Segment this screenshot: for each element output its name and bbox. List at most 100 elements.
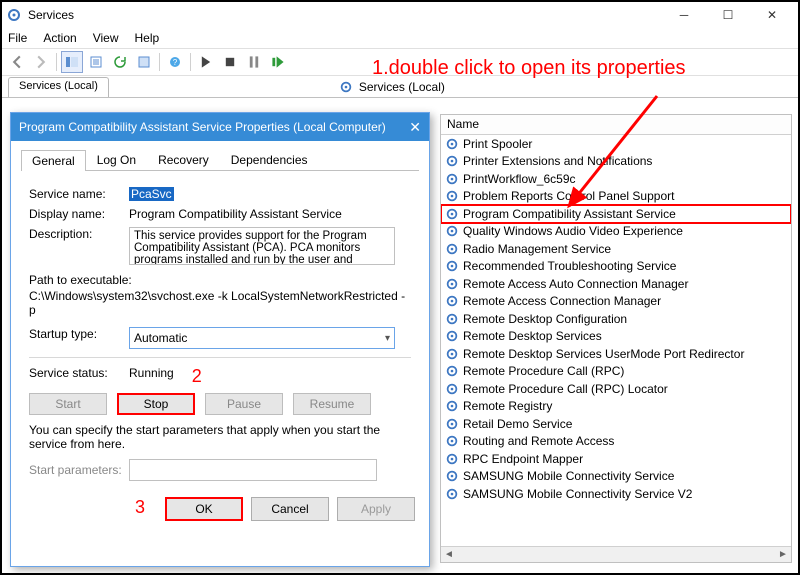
dialog-tabs: General Log On Recovery Dependencies [21, 147, 419, 171]
refresh-button[interactable] [109, 51, 131, 73]
tab-logon[interactable]: Log On [86, 149, 147, 170]
service-row[interactable]: Routing and Remote Access [441, 433, 791, 451]
label-start-parameters: Start parameters: [29, 463, 129, 477]
service-name: Remote Access Auto Connection Manager [463, 277, 688, 291]
annotation-1: 1.double click to open its properties [372, 57, 686, 80]
label-display-name: Display name: [29, 207, 129, 221]
service-row[interactable]: Remote Access Auto Connection Manager [441, 275, 791, 293]
horizontal-scrollbar[interactable]: ◄ ► [441, 546, 791, 562]
service-row[interactable]: Remote Desktop Services UserMode Port Re… [441, 345, 791, 363]
service-row[interactable]: Recommended Troubleshooting Service [441, 258, 791, 276]
menu-action[interactable]: Action [43, 31, 76, 45]
service-name: RPC Endpoint Mapper [463, 452, 583, 466]
service-row[interactable]: Program Compatibility Assistant Service [441, 205, 791, 223]
tab-recovery[interactable]: Recovery [147, 149, 220, 170]
service-name: Print Spooler [463, 137, 532, 151]
label-service-name: Service name: [29, 187, 129, 201]
menu-bar: File Action View Help [2, 28, 798, 48]
pause-button[interactable]: Pause [205, 393, 283, 415]
service-name: Remote Procedure Call (RPC) Locator [463, 382, 668, 396]
startup-type-select[interactable]: Automatic ▾ [129, 327, 395, 349]
dialog-footer: 3 OK Cancel Apply [11, 491, 429, 531]
value-description[interactable]: This service provides support for the Pr… [129, 227, 395, 265]
service-name: Printer Extensions and Notifications [463, 154, 652, 168]
service-row[interactable]: Printer Extensions and Notifications [441, 153, 791, 171]
maximize-button[interactable]: ☐ [706, 2, 750, 28]
service-row[interactable]: Remote Access Connection Manager [441, 293, 791, 311]
service-name: Retail Demo Service [463, 417, 572, 431]
service-row[interactable]: Remote Desktop Configuration [441, 310, 791, 328]
value-service-name: PcaSvc [129, 187, 174, 201]
service-name: SAMSUNG Mobile Connectivity Service V2 [463, 487, 692, 501]
play-button[interactable] [195, 51, 217, 73]
gear-icon [339, 80, 353, 94]
title-bar: Services ─ ☐ ✕ [2, 2, 798, 28]
service-row[interactable]: SAMSUNG Mobile Connectivity Service [441, 468, 791, 486]
show-hide-tree-button[interactable] [61, 51, 83, 73]
service-row[interactable]: Problem Reports Control Panel Support [441, 188, 791, 206]
service-name: Remote Registry [463, 399, 552, 413]
label-startup-type: Startup type: [29, 327, 129, 341]
service-row[interactable]: Remote Procedure Call (RPC) [441, 363, 791, 381]
menu-file[interactable]: File [8, 31, 27, 45]
service-row[interactable]: Remote Registry [441, 398, 791, 416]
help-button[interactable]: ? [164, 51, 186, 73]
service-row[interactable]: Retail Demo Service [441, 415, 791, 433]
value-path: C:\Windows\system32\svchost.exe -k Local… [29, 289, 411, 317]
gear-icon [6, 7, 22, 23]
chevron-down-icon: ▾ [385, 333, 390, 344]
service-name: Remote Procedure Call (RPC) [463, 364, 624, 378]
menu-help[interactable]: Help [135, 31, 160, 45]
minimize-button[interactable]: ─ [662, 2, 706, 28]
scroll-right-button[interactable]: ► [775, 547, 791, 563]
service-name: Radio Management Service [463, 242, 611, 256]
export-list-button[interactable] [85, 51, 107, 73]
service-row[interactable]: Print Spooler [441, 135, 791, 153]
pause-button[interactable] [243, 51, 265, 73]
tab-dependencies[interactable]: Dependencies [220, 149, 319, 170]
dialog-body: Service name: PcaSvc Display name: Progr… [11, 171, 429, 491]
stop-button[interactable] [219, 51, 241, 73]
service-name: Remote Desktop Services [463, 329, 602, 343]
close-button[interactable]: ✕ [750, 2, 794, 28]
dialog-close-button[interactable]: ✕ [409, 119, 421, 136]
service-row[interactable]: Remote Desktop Services [441, 328, 791, 346]
label-service-status: Service status: [29, 366, 129, 380]
service-name: PrintWorkflow_6c59c [463, 172, 576, 186]
restart-button[interactable] [267, 51, 289, 73]
apply-button[interactable]: Apply [337, 497, 415, 521]
service-name: Program Compatibility Assistant Service [463, 207, 676, 221]
service-row[interactable]: Radio Management Service [441, 240, 791, 258]
service-name: Quality Windows Audio Video Experience [463, 224, 683, 238]
tab-general[interactable]: General [21, 150, 86, 171]
list-title: Services (Local) [339, 77, 445, 97]
service-row[interactable]: SAMSUNG Mobile Connectivity Service V2 [441, 485, 791, 503]
resume-button[interactable]: Resume [293, 393, 371, 415]
value-display-name: Program Compatibility Assistant Service [129, 207, 342, 221]
properties-button[interactable] [133, 51, 155, 73]
start-button[interactable]: Start [29, 393, 107, 415]
start-parameters-input[interactable] [129, 459, 377, 481]
annotation-2: 2 [192, 366, 202, 387]
startup-type-value: Automatic [134, 331, 187, 345]
cancel-button[interactable]: Cancel [251, 497, 329, 521]
stop-button[interactable]: Stop [117, 393, 195, 415]
menu-view[interactable]: View [93, 31, 119, 45]
service-row[interactable]: RPC Endpoint Mapper [441, 450, 791, 468]
scroll-left-button[interactable]: ◄ [441, 547, 457, 563]
service-row[interactable]: Remote Procedure Call (RPC) Locator [441, 380, 791, 398]
annotation-3: 3 [135, 497, 145, 521]
forward-button[interactable] [30, 51, 52, 73]
service-row[interactable]: Quality Windows Audio Video Experience [441, 223, 791, 241]
services-list[interactable]: Print Spooler Printer Extensions and Noti… [441, 135, 791, 546]
ok-button[interactable]: OK [165, 497, 243, 521]
back-button[interactable] [6, 51, 28, 73]
service-row[interactable]: PrintWorkflow_6c59c [441, 170, 791, 188]
tab-services-local[interactable]: Services (Local) [8, 77, 109, 97]
column-header-name[interactable]: Name [441, 115, 791, 135]
tab-row: Services (Local) Services (Local) [2, 78, 798, 98]
service-name: SAMSUNG Mobile Connectivity Service [463, 469, 674, 483]
label-description: Description: [29, 227, 129, 241]
dialog-title-bar: Program Compatibility Assistant Service … [11, 113, 429, 141]
service-name: Remote Access Connection Manager [463, 294, 661, 308]
